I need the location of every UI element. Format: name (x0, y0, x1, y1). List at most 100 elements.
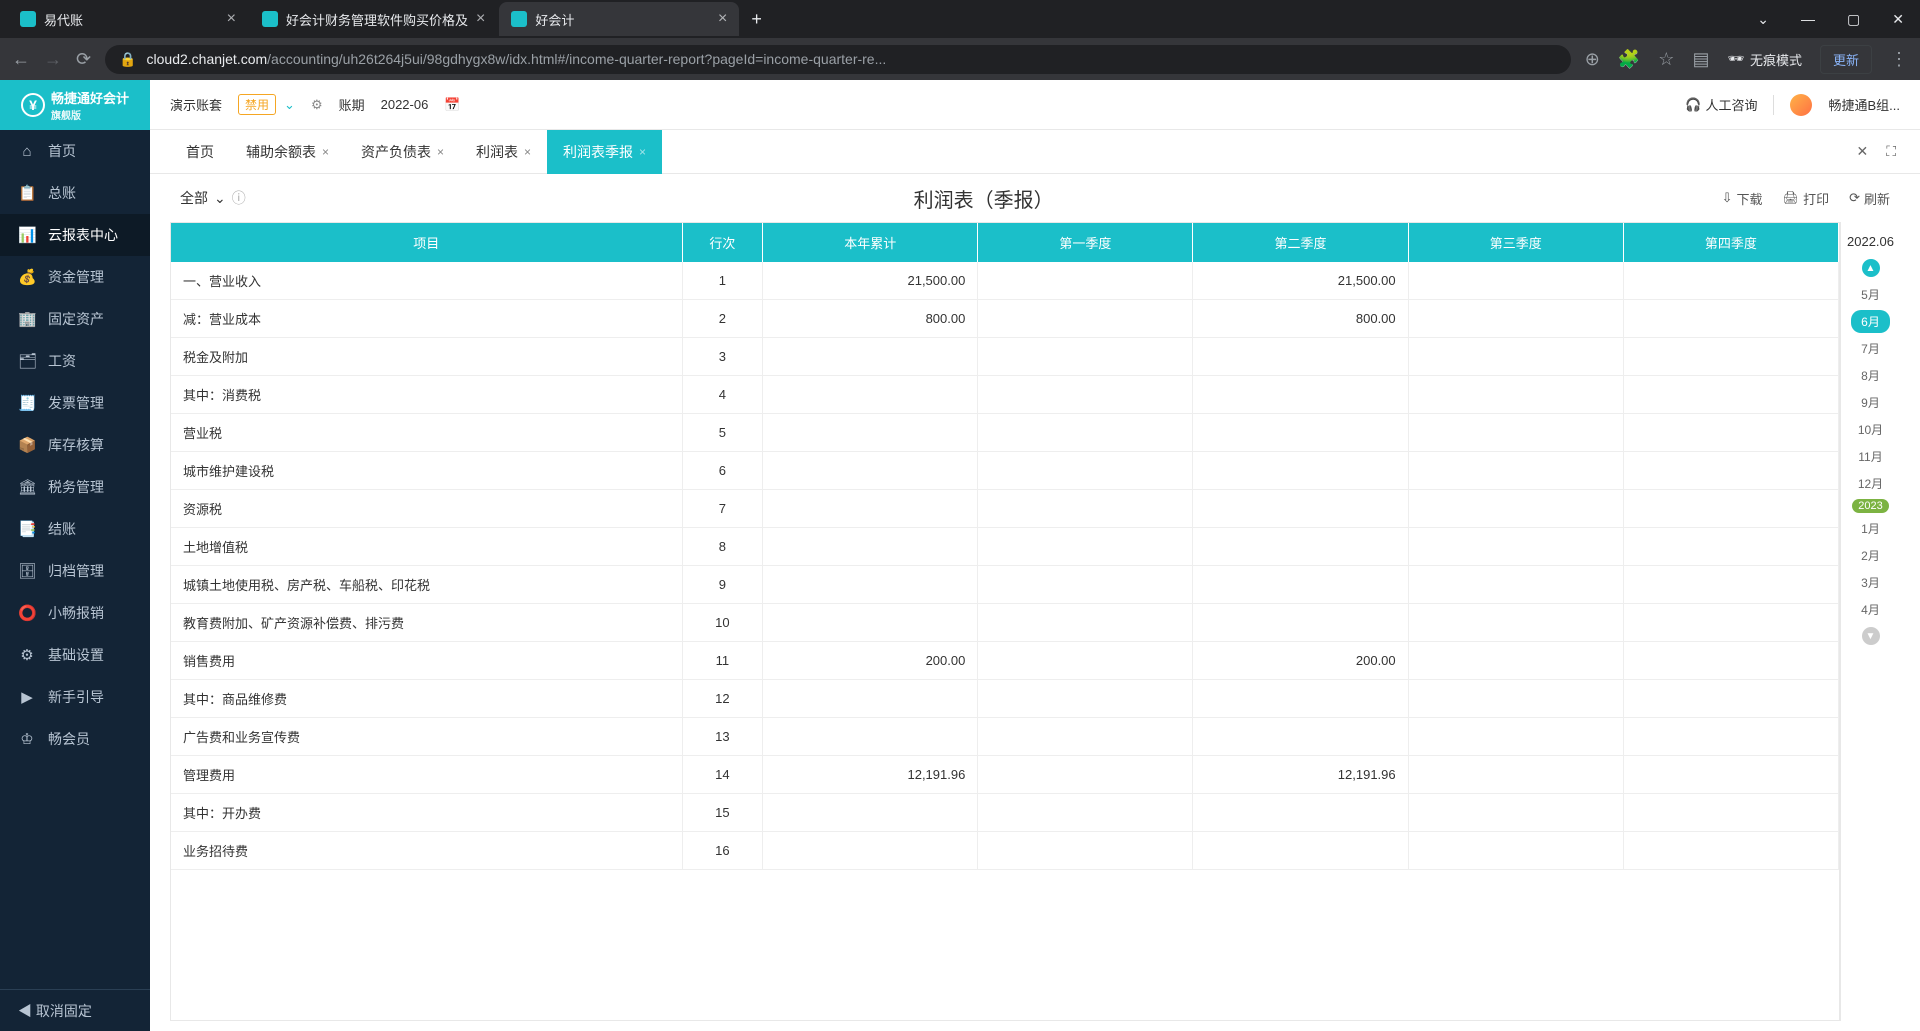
month-item[interactable]: 6月 (1851, 310, 1890, 333)
table-row[interactable]: 管理费用 14 12,191.96 12,191.96 (171, 756, 1839, 794)
sidebar-item[interactable]: 🧾 发票管理 (0, 382, 150, 424)
table-row[interactable]: 城市维护建设税 6 (171, 452, 1839, 490)
fullscreen-icon[interactable]: ⛶ (1882, 139, 1900, 164)
minimize-button[interactable]: ― (1785, 3, 1831, 36)
month-item[interactable]: 4月 (1841, 596, 1900, 623)
table-row[interactable]: 教育费附加、矿产资源补偿费、排污费 10 (171, 604, 1839, 642)
sidebar-item[interactable]: ⭕ 小畅报销 (0, 592, 150, 634)
table-row[interactable]: 销售费用 11 200.00 200.00 (171, 642, 1839, 680)
page-tab[interactable]: 利润表季报× (547, 130, 662, 174)
filter-dropdown[interactable]: 全部 ⌄ ⓘ (180, 188, 246, 208)
table-row[interactable]: 其中：商品维修费 12 (171, 680, 1839, 718)
sidebar-item[interactable]: 📊 云报表中心 (0, 214, 150, 256)
help-icon[interactable]: ⓘ (232, 188, 246, 208)
page-tab[interactable]: 资产负债表× (345, 130, 460, 174)
month-item[interactable]: 1月 (1841, 515, 1900, 542)
page-tab[interactable]: 利润表× (460, 130, 547, 174)
sidebar-item[interactable]: ⚙ 基础设置 (0, 634, 150, 676)
back-button[interactable]: ← (12, 49, 30, 70)
browser-tab[interactable]: 好会计 × (499, 2, 739, 36)
sidebar-item[interactable]: 🗄 归档管理 (0, 550, 150, 592)
table-row[interactable]: 资源税 7 (171, 490, 1839, 528)
table-row[interactable]: 广告费和业务宣传费 13 (171, 718, 1839, 756)
sidebar-item[interactable]: 🗂 工资 (0, 340, 150, 382)
sidebar-item[interactable]: 🏛 税务管理 (0, 466, 150, 508)
month-item[interactable]: 2月 (1841, 542, 1900, 569)
window-caret-icon[interactable]: ⌄ (1741, 3, 1785, 36)
sidebar-item[interactable]: 💰 资金管理 (0, 256, 150, 298)
logo[interactable]: ¥ 畅捷通好会计 旗舰版 (0, 80, 150, 130)
forward-button[interactable]: → (44, 49, 62, 70)
close-icon[interactable]: × (227, 10, 236, 28)
consult-link[interactable]: 🎧 人工咨询 (1685, 95, 1757, 114)
month-item[interactable]: 7月 (1841, 335, 1900, 362)
browser-tab[interactable]: 好会计财务管理软件购买价格及 × (250, 2, 497, 36)
close-icon[interactable]: × (639, 145, 646, 159)
table-row[interactable]: 业务招待费 16 (171, 832, 1839, 870)
page-tab[interactable]: 辅助余额表× (230, 130, 345, 174)
sidebar-item[interactable]: ♔ 畅会员 (0, 718, 150, 760)
month-item[interactable]: 9月 (1841, 389, 1900, 416)
scroll-up-button[interactable]: ▲ (1862, 259, 1880, 277)
browser-tab[interactable]: 易代账 × (8, 2, 248, 36)
menu-icon[interactable]: ⋮ (1890, 49, 1908, 70)
avatar[interactable] (1790, 94, 1812, 116)
refresh-button[interactable]: ⟳刷新 (1849, 189, 1890, 208)
close-icon[interactable]: × (322, 145, 329, 159)
close-icon[interactable]: × (718, 10, 727, 28)
chevron-down-icon[interactable]: ⌄ (284, 97, 295, 113)
month-item[interactable]: 5月 (1841, 281, 1900, 308)
report-table-container[interactable]: 项目行次本年累计第一季度第二季度第三季度第四季度 一、营业收入 1 21,500… (170, 222, 1840, 1021)
table-row[interactable]: 城镇土地使用税、房产税、车船税、印花税 9 (171, 566, 1839, 604)
zoom-icon[interactable]: ⊕ (1585, 49, 1600, 70)
gear-icon[interactable]: ⚙ (311, 97, 323, 113)
cell-q2 (1193, 414, 1408, 452)
close-all-tabs-icon[interactable]: ✕ (1852, 139, 1872, 164)
bookmark-icon[interactable]: ☆ (1658, 49, 1674, 70)
table-row[interactable]: 土地增值税 8 (171, 528, 1839, 566)
calendar-icon[interactable]: 📅 (444, 97, 460, 113)
cell-q1 (978, 338, 1193, 376)
month-item[interactable]: 12月 (1841, 470, 1900, 497)
sidebar-unpin[interactable]: ◀ 取消固定 (0, 989, 150, 1031)
print-button[interactable]: 🖨打印 (1783, 189, 1830, 208)
reading-list-icon[interactable]: ▤ (1692, 49, 1709, 70)
sidebar-item[interactable]: ▶ 新手引导 (0, 676, 150, 718)
sidebar-item[interactable]: 🏢 固定资产 (0, 298, 150, 340)
table-row[interactable]: 其中：开办费 15 (171, 794, 1839, 832)
page-tab[interactable]: 首页 (170, 130, 230, 174)
table-row[interactable]: 税金及附加 3 (171, 338, 1839, 376)
cell-line: 10 (682, 604, 763, 642)
table-row[interactable]: 减：营业成本 2 800.00 800.00 (171, 300, 1839, 338)
sidebar-item[interactable]: 📋 总账 (0, 172, 150, 214)
table-row[interactable]: 一、营业收入 1 21,500.00 21,500.00 (171, 262, 1839, 300)
new-tab-button[interactable]: + (741, 5, 772, 34)
username[interactable]: 畅捷通B组... (1828, 95, 1900, 114)
month-item[interactable]: 8月 (1841, 362, 1900, 389)
table-row[interactable]: 其中：消费税 4 (171, 376, 1839, 414)
account-set[interactable]: 演示账套 (170, 95, 222, 114)
reload-button[interactable]: ⟳ (76, 49, 91, 70)
table-row[interactable]: 营业税 5 (171, 414, 1839, 452)
sidebar-item[interactable]: 📦 库存核算 (0, 424, 150, 466)
close-icon[interactable]: × (476, 10, 485, 28)
month-item[interactable]: 10月 (1841, 416, 1900, 443)
month-item[interactable]: 3月 (1841, 569, 1900, 596)
download-button[interactable]: ⇩下载 (1722, 189, 1763, 208)
scroll-down-button[interactable]: ▼ (1862, 627, 1880, 645)
close-icon[interactable]: × (437, 145, 444, 159)
close-window-button[interactable]: ✕ (1876, 3, 1920, 36)
period-value[interactable]: 2022-06 (381, 97, 429, 112)
page-tab-label: 首页 (186, 142, 214, 162)
sidebar-item[interactable]: ⌂ 首页 (0, 130, 150, 172)
cell-line: 6 (682, 452, 763, 490)
extension-icon[interactable]: 🧩 (1618, 49, 1640, 70)
close-icon[interactable]: × (524, 145, 531, 159)
update-button[interactable]: 更新 (1820, 45, 1872, 74)
cell-q2: 800.00 (1193, 300, 1408, 338)
url-host: cloud2.chanjet.com (147, 51, 268, 67)
month-item[interactable]: 11月 (1841, 443, 1900, 470)
sidebar-item[interactable]: 📑 结账 (0, 508, 150, 550)
maximize-button[interactable]: ▢ (1831, 3, 1876, 36)
url-bar[interactable]: 🔒 cloud2.chanjet.com/accounting/uh26t264… (105, 45, 1571, 74)
